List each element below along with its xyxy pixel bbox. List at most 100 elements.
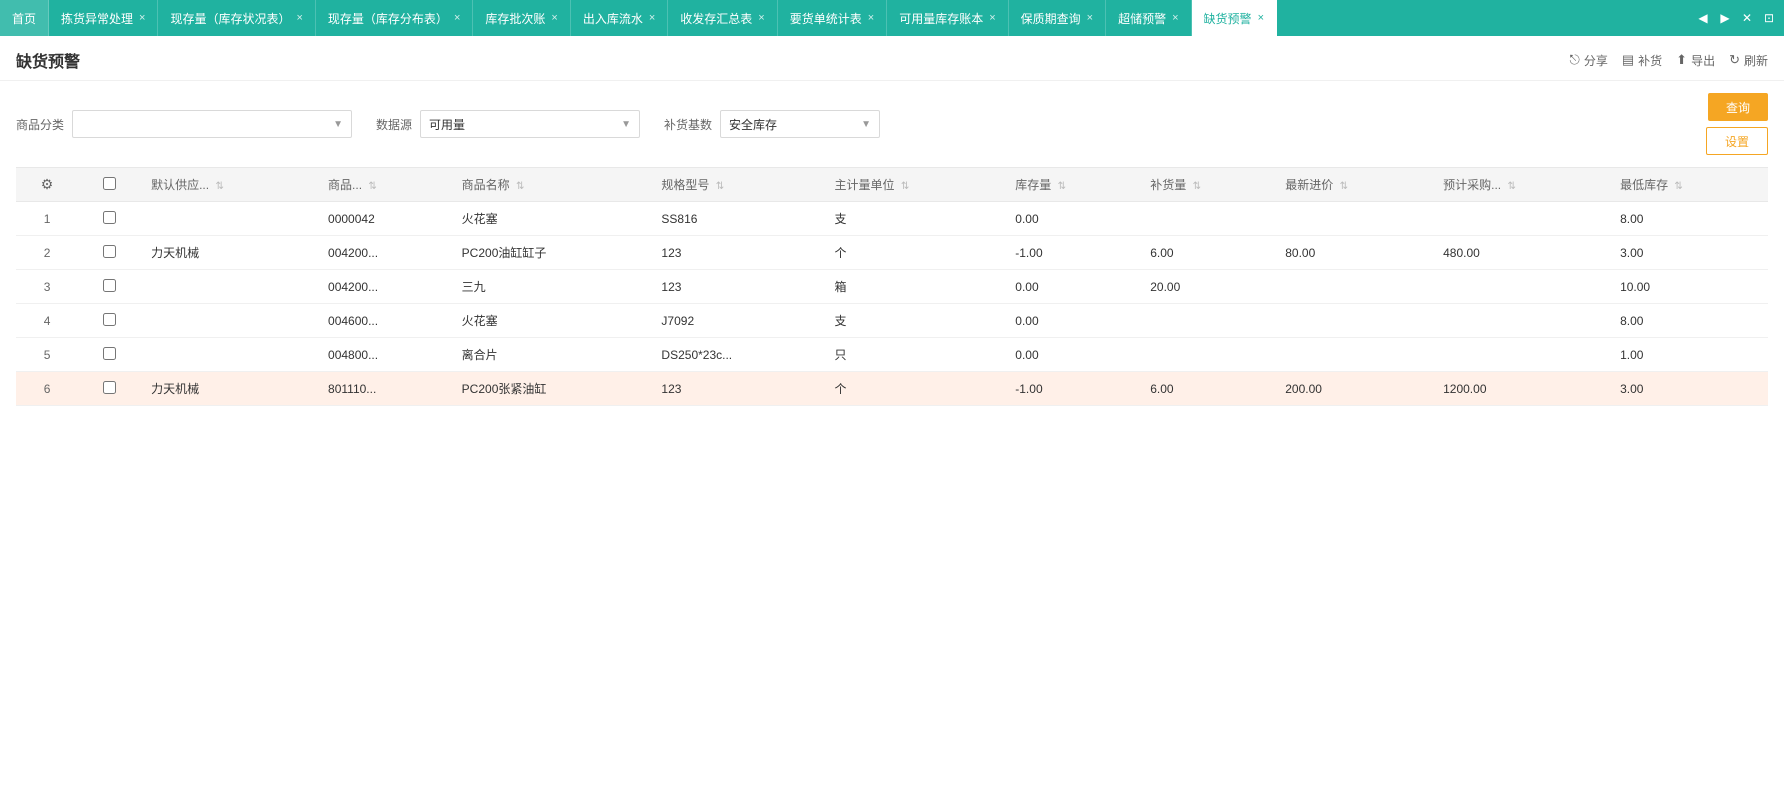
replenish-base-arrow-icon: ▼ [861, 119, 871, 130]
datasource-select[interactable]: 可用量 ▼ [420, 110, 640, 138]
row-spec: 123 [651, 236, 824, 270]
tab-nav-buttons: ◀ ▶ ✕ ⊡ [1688, 7, 1784, 29]
row-unit: 支 [825, 304, 1006, 338]
refresh-button[interactable]: ↻ 刷新 [1729, 52, 1768, 69]
close-tab-avail-ledger[interactable]: × [989, 12, 995, 24]
category-arrow-icon: ▼ [333, 119, 343, 130]
th-product-name[interactable]: 商品名称 ⇅ [452, 168, 652, 202]
row-supplier [141, 270, 318, 304]
replenish-button[interactable]: ▤ 补货 [1622, 52, 1662, 69]
close-tab-shortage[interactable]: × [1258, 12, 1264, 24]
row-checkbox[interactable] [103, 347, 116, 360]
row-latest-price [1275, 338, 1433, 372]
sort-supplier-icon: ⇅ [215, 181, 223, 192]
th-est-purchase[interactable]: 预计采购... ⇅ [1433, 168, 1610, 202]
row-stock: 0.00 [1005, 270, 1140, 304]
tab-batch-account[interactable]: 库存批次账 × [473, 0, 570, 36]
close-tab-inout-flow[interactable]: × [649, 12, 655, 24]
query-button[interactable]: 查询 [1708, 93, 1768, 121]
th-supplier[interactable]: 默认供应... ⇅ [141, 168, 318, 202]
tab-inventory-dist[interactable]: 现存量（库存分布表） × [316, 0, 473, 36]
row-checkbox-cell[interactable] [78, 372, 141, 406]
row-checkbox-cell[interactable] [78, 270, 141, 304]
th-unit[interactable]: 主计量单位 ⇅ [825, 168, 1006, 202]
row-number: 2 [16, 236, 78, 270]
row-checkbox[interactable] [103, 211, 116, 224]
main-content: 缺货预警 ⎋ 分享 ▤ 补货 ⬆ 导出 ↻ 刷新 商品分类 [0, 36, 1784, 796]
table-header-row: ⚙ 默认供应... ⇅ 商品... ⇅ 商品名称 ⇅ [16, 168, 1768, 202]
row-supplier [141, 304, 318, 338]
row-est-purchase [1433, 202, 1610, 236]
close-tab-recv-summary[interactable]: × [758, 12, 764, 24]
row-checkbox-cell[interactable] [78, 236, 141, 270]
export-button[interactable]: ⬆ 导出 [1676, 52, 1715, 69]
data-table: ⚙ 默认供应... ⇅ 商品... ⇅ 商品名称 ⇅ [16, 167, 1768, 406]
row-checkbox[interactable] [103, 279, 116, 292]
row-product-name: 火花塞 [452, 304, 652, 338]
replenish-base-select[interactable]: 安全库存 ▼ [720, 110, 880, 138]
row-product-code: 0000042 [318, 202, 452, 236]
close-tab-batch-account[interactable]: × [551, 12, 557, 24]
tab-defect-handling[interactable]: 拣货异常处理 × [49, 0, 158, 36]
row-supplier [141, 202, 318, 236]
row-stock: -1.00 [1005, 372, 1140, 406]
th-settings[interactable]: ⚙ [16, 168, 78, 202]
row-checkbox[interactable] [103, 245, 116, 258]
page-title: 缺货预警 [16, 48, 80, 72]
close-tab-overstock[interactable]: × [1172, 12, 1178, 24]
th-latest-price[interactable]: 最新进价 ⇅ [1275, 168, 1433, 202]
table-row: 5 004800... 离合片 DS250*23c... 只 0.00 1.00 [16, 338, 1768, 372]
th-product-code[interactable]: 商品... ⇅ [318, 168, 452, 202]
row-replenish [1140, 338, 1275, 372]
tab-overstock[interactable]: 超储预警 × [1106, 0, 1191, 36]
datasource-arrow-icon: ▼ [621, 119, 631, 130]
close-tab-inventory-status[interactable]: × [296, 12, 302, 24]
row-checkbox-cell[interactable] [78, 202, 141, 236]
row-checkbox-cell[interactable] [78, 304, 141, 338]
tab-expiry-query[interactable]: 保质期查询 × [1009, 0, 1106, 36]
row-checkbox[interactable] [103, 313, 116, 326]
close-tab-inventory-dist[interactable]: × [454, 12, 460, 24]
row-stock: 0.00 [1005, 338, 1140, 372]
tab-scroll-left[interactable]: ◀ [1692, 7, 1714, 29]
row-replenish [1140, 202, 1275, 236]
row-stock: 0.00 [1005, 202, 1140, 236]
row-checkbox-cell[interactable] [78, 338, 141, 372]
row-unit: 个 [825, 372, 1006, 406]
th-spec[interactable]: 规格型号 ⇅ [651, 168, 824, 202]
row-product-code: 004800... [318, 338, 452, 372]
tab-home[interactable]: 首页 [0, 0, 49, 36]
tab-recv-summary[interactable]: 收发存汇总表 × [668, 0, 777, 36]
th-min-stock[interactable]: 最低库存 ⇅ [1610, 168, 1768, 202]
select-all-checkbox[interactable] [103, 177, 116, 190]
share-button[interactable]: ⎋ 分享 [1570, 52, 1608, 69]
row-product-name: PC200张紧油缸 [452, 372, 652, 406]
th-stock[interactable]: 库存量 ⇅ [1005, 168, 1140, 202]
row-checkbox[interactable] [103, 381, 116, 394]
row-latest-price: 200.00 [1275, 372, 1433, 406]
settings-button[interactable]: 设置 [1706, 127, 1768, 155]
row-product-name: 火花塞 [452, 202, 652, 236]
settings-gear-icon[interactable]: ⚙ [41, 176, 54, 192]
row-replenish: 6.00 [1140, 236, 1275, 270]
tab-avail-ledger[interactable]: 可用量库存账本 × [887, 0, 1008, 36]
datasource-filter-group: 数据源 可用量 ▼ [376, 110, 640, 138]
row-replenish [1140, 304, 1275, 338]
tab-close-all[interactable]: ✕ [1736, 7, 1758, 29]
close-tab-order-stats[interactable]: × [868, 12, 874, 24]
category-select[interactable]: ▼ [72, 110, 352, 138]
th-replenish[interactable]: 补货量 ⇅ [1140, 168, 1275, 202]
close-tab-defect-handling[interactable]: × [139, 12, 145, 24]
tab-maximize[interactable]: ⊡ [1758, 7, 1780, 29]
tab-bar: 首页 拣货异常处理 × 现存量（库存状况表） × 现存量（库存分布表） × 库存… [0, 0, 1784, 36]
tab-scroll-right[interactable]: ▶ [1714, 7, 1736, 29]
tab-inout-flow[interactable]: 出入库流水 × [571, 0, 668, 36]
row-unit: 个 [825, 236, 1006, 270]
close-tab-expiry-query[interactable]: × [1087, 12, 1093, 24]
row-number: 3 [16, 270, 78, 304]
tab-inventory-status[interactable]: 现存量（库存状况表） × [158, 0, 315, 36]
tab-order-stats[interactable]: 要货单统计表 × [778, 0, 887, 36]
sort-unit-icon: ⇅ [901, 181, 909, 192]
tab-shortage[interactable]: 缺货预警 × [1192, 0, 1277, 36]
th-checkbox[interactable] [78, 168, 141, 202]
